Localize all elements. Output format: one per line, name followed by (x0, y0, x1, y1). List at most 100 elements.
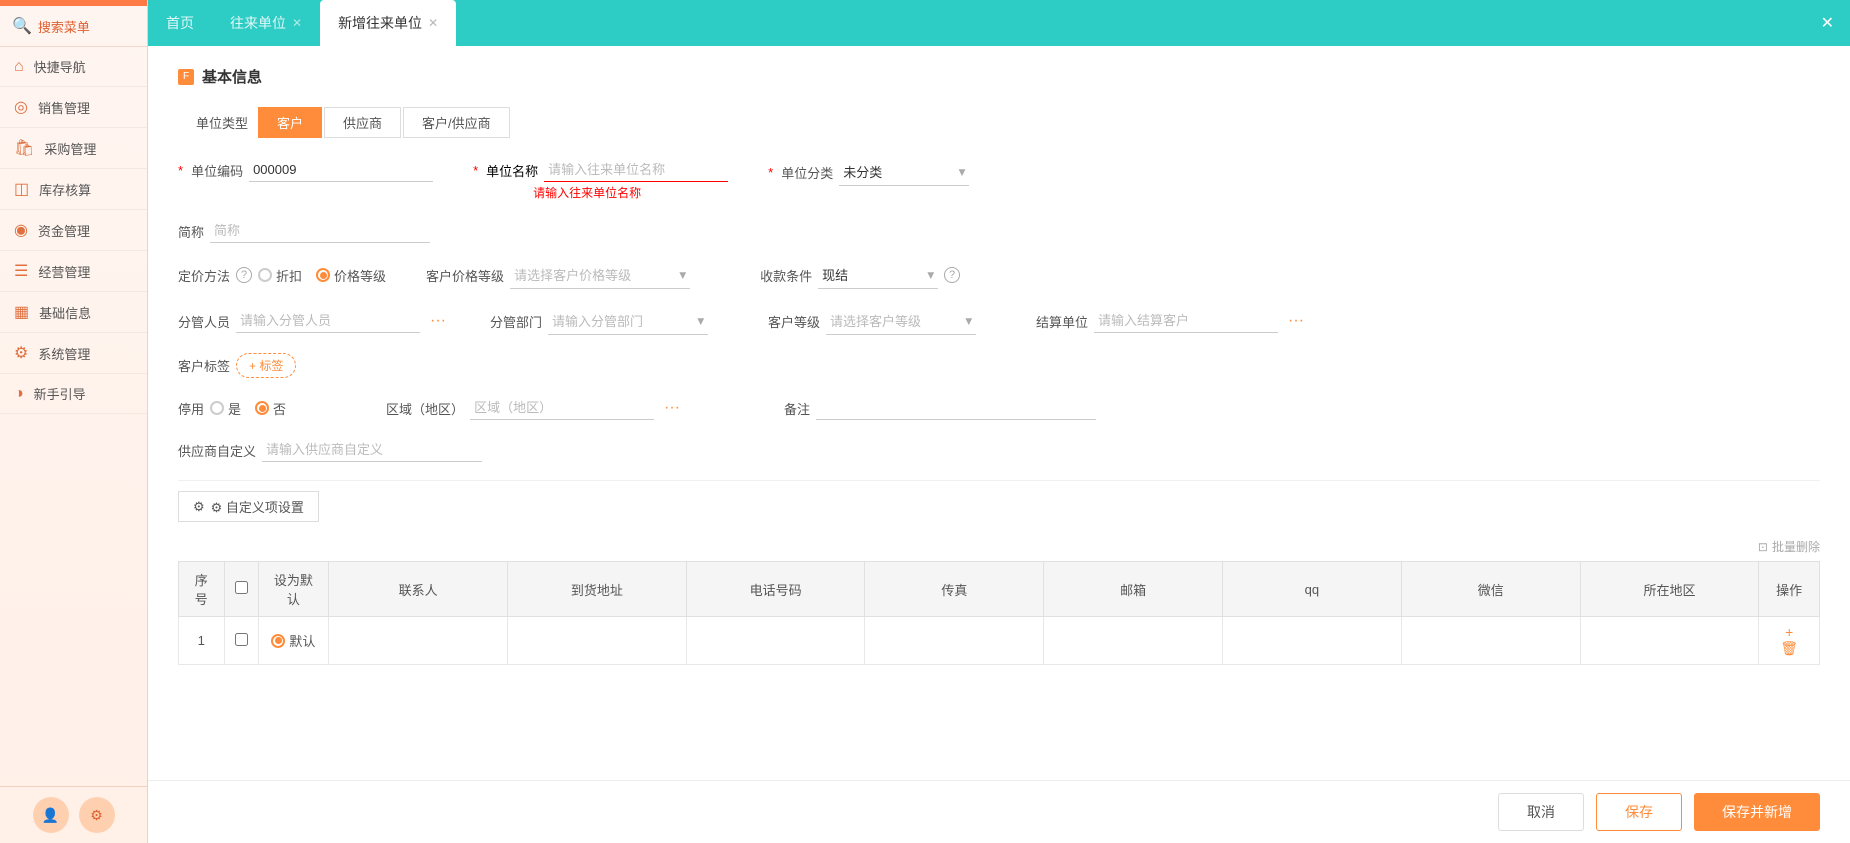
payment-help-icon[interactable]: ? (944, 267, 960, 283)
sidebar-avatar[interactable]: 👤 (33, 797, 69, 833)
col-phone: 电话号码 (686, 562, 865, 617)
tab-contacts[interactable]: 往来单位 ✕ (212, 0, 320, 46)
tab-home[interactable]: 首页 (148, 0, 212, 46)
supplier-custom-field: 供应商自定义 (178, 438, 482, 462)
row-checkbox[interactable] (224, 617, 258, 665)
row-no: 1 (179, 617, 225, 665)
batch-delete-icon: ⊡ (1758, 540, 1768, 554)
row-wechat[interactable] (1401, 617, 1580, 665)
radio-yes-label: 是 (228, 399, 241, 418)
payment-terms-field: 收款条件 现结 ▾ ? (760, 261, 960, 289)
customer-level-wrapper[interactable]: 请选择客户等级 ▾ (826, 307, 976, 335)
fax-input[interactable] (875, 633, 1033, 648)
add-row-button[interactable]: + (1782, 624, 1796, 640)
col-region: 所在地区 (1580, 562, 1759, 617)
row-qq[interactable] (1222, 617, 1401, 665)
manager-row: 分管人员 ··· 分管部门 请输入分管部门 ▾ 客户等级 请选择客户等级 ▾ (178, 307, 1820, 335)
remark-input[interactable] (816, 396, 1096, 420)
row-contact[interactable] (329, 617, 508, 665)
chevron-down-icon-4: ▾ (697, 313, 704, 329)
manager-input[interactable] (236, 309, 420, 333)
manager-field: 分管人员 ··· (178, 309, 450, 333)
code-name-cat-row: * 单位编码 * 单位名称 请输入往来单位名称 * 单位分类 未分类 ▾ (178, 158, 1820, 201)
row-phone[interactable] (686, 617, 865, 665)
row-default[interactable]: 默认 (258, 617, 329, 665)
phone-input[interactable] (697, 633, 855, 648)
supplier-custom-input[interactable] (262, 438, 482, 462)
search-icon: 🔍 (12, 16, 32, 36)
row-address[interactable] (507, 617, 686, 665)
default-radio[interactable]: 默认 (269, 631, 319, 650)
row-fax[interactable] (865, 617, 1044, 665)
row-checkbox-input[interactable] (235, 633, 248, 646)
email-input[interactable] (1054, 633, 1212, 648)
row-region[interactable] (1580, 617, 1759, 665)
sidebar-item-basic[interactable]: ▦ 基础信息 (0, 292, 147, 333)
sidebar-item-sales[interactable]: ◎ 销售管理 (0, 87, 147, 128)
sidebar-item-quick-nav[interactable]: ⌂ 快捷导航 (0, 47, 147, 87)
region-table-input[interactable] (1591, 633, 1749, 648)
col-address: 到货地址 (507, 562, 686, 617)
purchase-icon: 🛍 (14, 138, 34, 158)
sidebar-item-system[interactable]: ⚙ 系统管理 (0, 333, 147, 374)
cancel-button[interactable]: 取消 (1498, 793, 1584, 831)
sidebar-item-purchase[interactable]: 🛍 采购管理 (0, 128, 147, 169)
chevron-down-icon-3: ▾ (928, 267, 935, 283)
section-title: 基本信息 (202, 66, 262, 87)
default-radio-circle (271, 634, 285, 648)
manager-ellipsis[interactable]: ··· (426, 312, 450, 330)
short-name-input[interactable] (210, 219, 430, 243)
department-placeholder: 请输入分管部门 (548, 307, 708, 335)
unit-type-btn-both[interactable]: 客户/供应商 (403, 107, 510, 138)
department-wrapper[interactable]: 请输入分管部门 ▾ (548, 307, 708, 335)
add-tag-button[interactable]: + 标签 (236, 353, 296, 378)
disabled-radio-no[interactable]: 否 (255, 399, 286, 418)
unit-type-btn-supplier[interactable]: 供应商 (324, 107, 401, 138)
unit-category-dropdown-btn[interactable] (975, 167, 1011, 177)
pricing-radio-level[interactable]: 价格等级 (316, 266, 386, 285)
tab-contacts-close[interactable]: ✕ (292, 16, 302, 30)
qq-input[interactable] (1233, 633, 1391, 648)
radio-level-circle (316, 268, 330, 282)
contact-input[interactable] (339, 633, 497, 648)
unit-code-input[interactable] (249, 158, 433, 182)
sidebar-item-inventory[interactable]: ◫ 库存核算 (0, 169, 147, 210)
save-new-button[interactable]: 保存并新增 (1694, 793, 1820, 831)
unit-type-btn-customer[interactable]: 客户 (258, 107, 322, 138)
batch-delete-label[interactable]: 批量删除 (1772, 538, 1820, 555)
tab-bar-global-close[interactable]: ✕ (1805, 13, 1850, 33)
tab-new-contact-close[interactable]: ✕ (428, 16, 438, 30)
customer-price-level-label: 客户价格等级 (426, 266, 504, 285)
sidebar-settings[interactable]: ⚙ (79, 797, 115, 833)
payment-terms-wrapper[interactable]: 现结 ▾ (818, 261, 938, 289)
tab-new-contact[interactable]: 新增往来单位 ✕ (320, 0, 456, 46)
region-input[interactable] (470, 396, 654, 420)
header-checkbox[interactable] (235, 581, 248, 594)
pricing-radio-discount[interactable]: 折扣 (258, 266, 302, 285)
sidebar-item-operations[interactable]: ☰ 经营管理 (0, 251, 147, 292)
unit-name-input[interactable] (544, 158, 728, 182)
save-button[interactable]: 保存 (1596, 793, 1682, 831)
sidebar-item-finance[interactable]: ◉ 资金管理 (0, 210, 147, 251)
sidebar-search[interactable]: 🔍 搜索菜单 (0, 6, 147, 47)
settlement-ellipsis[interactable]: ··· (1284, 312, 1308, 330)
manager-label: 分管人员 (178, 312, 230, 331)
address-input[interactable] (518, 633, 676, 648)
footer-bar: 取消 保存 保存并新增 (148, 780, 1850, 843)
region-ellipsis[interactable]: ··· (660, 399, 684, 417)
pricing-method-field: 定价方法 ? 折扣 价格等级 (178, 266, 386, 285)
disabled-radio-yes[interactable]: 是 (210, 399, 241, 418)
col-fax: 传真 (865, 562, 1044, 617)
unit-name-label: 单位名称 (486, 161, 538, 180)
wechat-input[interactable] (1412, 633, 1570, 648)
custom-settings-button[interactable]: ⚙ ⚙ 自定义项设置 (178, 491, 319, 522)
row-email[interactable] (1044, 617, 1223, 665)
sidebar-item-guide[interactable]: ◑ 新手引导 (0, 374, 147, 414)
settlement-unit-input[interactable] (1094, 309, 1278, 333)
payment-terms-value: 现结 (818, 261, 938, 289)
delete-row-button[interactable]: 🗑 (1777, 640, 1801, 656)
customer-level-field: 客户等级 请选择客户等级 ▾ (768, 307, 976, 335)
pricing-help-icon[interactable]: ? (236, 267, 252, 283)
customer-price-level-wrapper[interactable]: 请选择客户价格等级 ▾ (510, 261, 690, 289)
sidebar: 🔍 搜索菜单 ⌂ 快捷导航 ◎ 销售管理 🛍 采购管理 ◫ 库存核算 ◉ 资金管… (0, 0, 148, 843)
